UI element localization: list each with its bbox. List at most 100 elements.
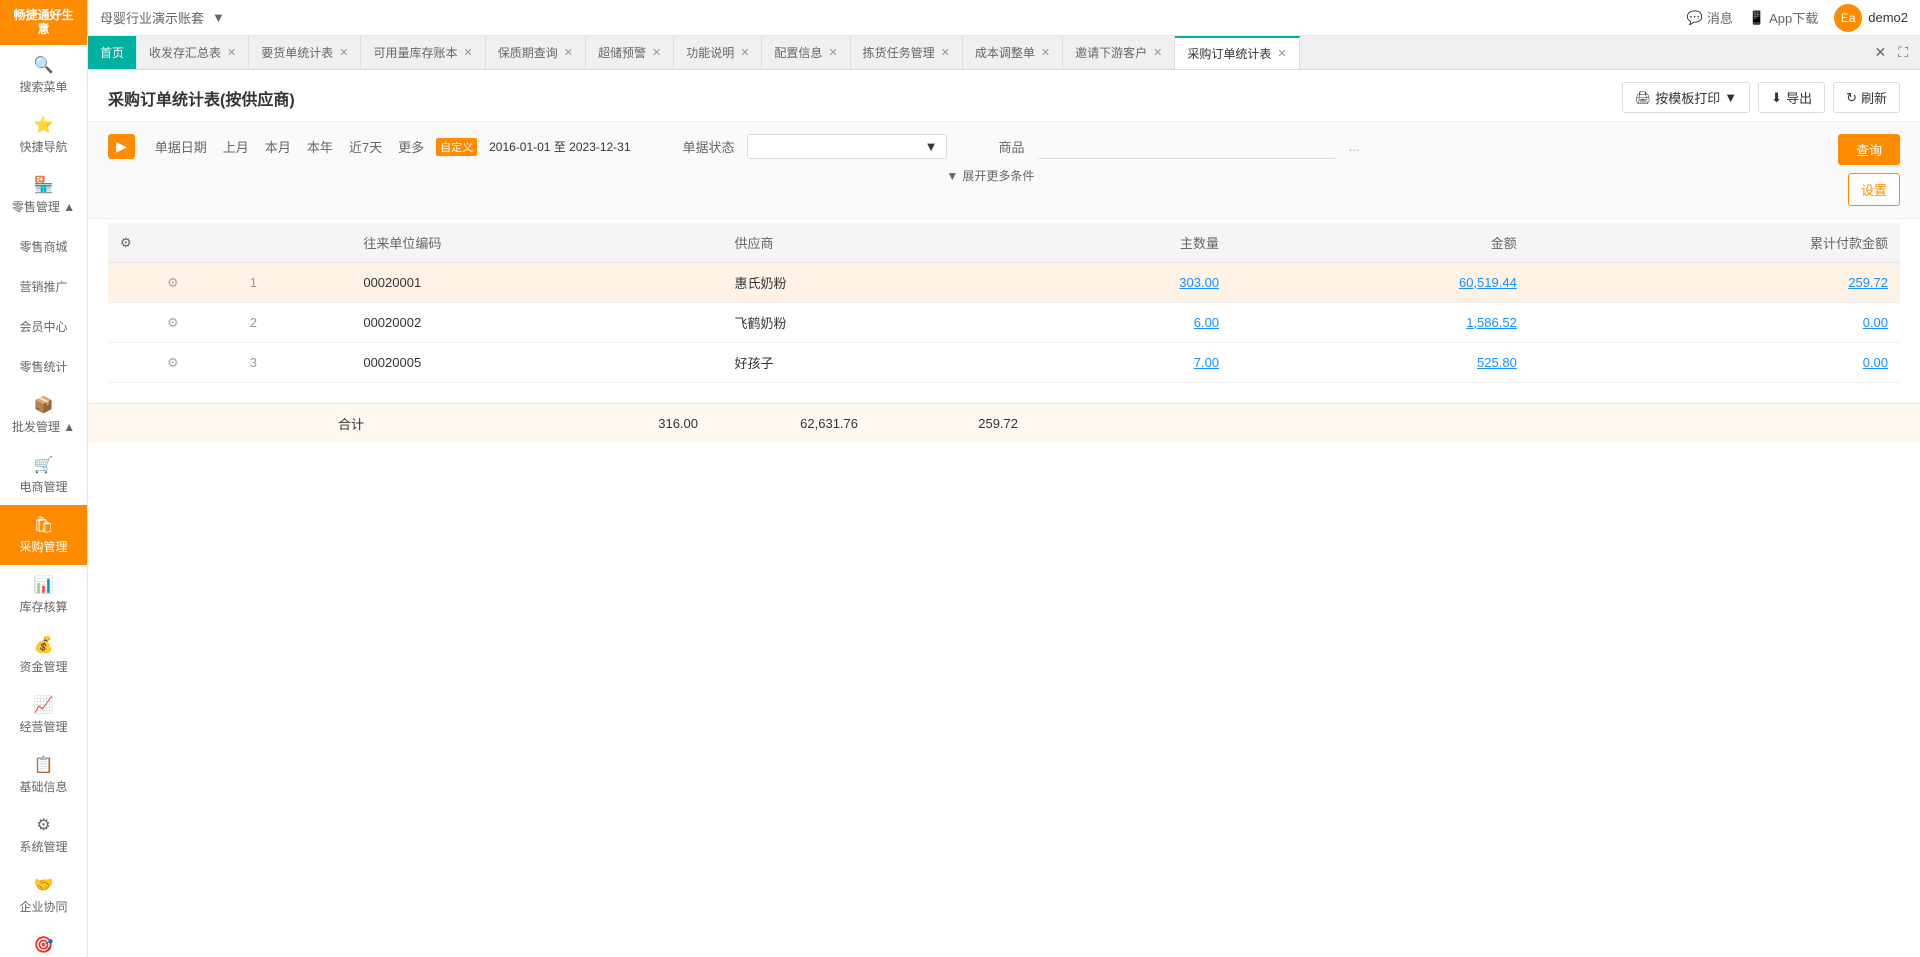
tab-close-8[interactable]: ✕ <box>941 46 950 59</box>
tab-4[interactable]: 保质期查询✕ <box>486 36 586 70</box>
custom-tag[interactable]: 自定义 <box>436 138 477 156</box>
tab-6[interactable]: 功能说明✕ <box>674 36 762 70</box>
tab-close-1[interactable]: ✕ <box>227 46 236 59</box>
tab-9[interactable]: 成本调整单✕ <box>963 36 1063 70</box>
filter-toggle-button[interactable]: ▶ <box>108 134 135 159</box>
tab-close-5[interactable]: ✕ <box>652 46 661 59</box>
sidebar-item-11[interactable]: 💰资金管理 <box>0 625 87 685</box>
settings-col-1[interactable]: ⚙ <box>108 303 238 343</box>
sidebar-item-10[interactable]: 📊库存核算 <box>0 565 87 625</box>
col-header-amount: 金额 <box>1231 223 1529 263</box>
tab-0[interactable]: 首页 <box>88 36 137 70</box>
refresh-button[interactable]: ↻ 刷新 <box>1833 82 1900 113</box>
settings-button[interactable]: 设置 <box>1848 173 1900 206</box>
paid-col-2[interactable]: 0.00 <box>1529 343 1900 383</box>
table-row: ⚙100020001惠氏奶粉303.0060,519.44259.72 <box>108 263 1900 303</box>
shortcut-last-month[interactable]: 上月 <box>219 135 253 158</box>
company-dropdown-icon[interactable]: ▼ <box>212 10 225 25</box>
tab-close-7[interactable]: ✕ <box>828 46 837 59</box>
sidebar-item-1[interactable]: ⭐快捷导航 <box>0 105 87 165</box>
sidebar-label-6: 零售统计 <box>19 358 67 375</box>
topbar-right: 💬 消息 📱 App下载 Ea demo2 <box>1687 4 1908 32</box>
tabs-bar: 首页收发存汇总表✕要货单统计表✕可用量库存账本✕保质期查询✕超储预警✕功能说明✕… <box>88 36 1920 70</box>
sidebar-label-8: 电商管理 <box>19 478 67 495</box>
sidebar-item-16[interactable]: 🎯新手引导 <box>0 925 87 957</box>
expand-icon: ▼ <box>946 169 958 183</box>
amount-col-1[interactable]: 1,586.52 <box>1231 303 1529 343</box>
settings-icon: ⚙ <box>167 355 179 370</box>
expand-button[interactable]: ▼ 展开更多条件 <box>946 167 1034 184</box>
query-button[interactable]: 查询 <box>1838 134 1900 165</box>
tab-11[interactable]: 采购订单统计表✕ <box>1175 36 1299 70</box>
paid-col-0[interactable]: 259.72 <box>1529 263 1900 303</box>
print-button[interactable]: 🖨 按模板打印 ▼ <box>1622 82 1750 113</box>
sidebar-item-5[interactable]: 会员中心 <box>0 305 87 345</box>
tab-5[interactable]: 超储预警✕ <box>586 36 674 70</box>
tab-close-4[interactable]: ✕ <box>564 46 573 59</box>
tab-label-1: 收发存汇总表 <box>149 44 221 61</box>
message-label: 消息 <box>1707 8 1733 27</box>
sidebar-item-2[interactable]: 🏪零售管理 ▲ <box>0 165 87 225</box>
tab-close-11[interactable]: ✕ <box>1277 47 1286 60</box>
status-select[interactable]: ▼ <box>747 134 947 159</box>
sidebar-item-7[interactable]: 📦批发管理 ▲ <box>0 385 87 445</box>
col-header-qty: 主数量 <box>999 223 1231 263</box>
tab-close-6[interactable]: ✕ <box>740 46 749 59</box>
date-range-display[interactable]: 2016-01-01 至 2023-12-31 <box>489 138 630 155</box>
tab-close-3[interactable]: ✕ <box>464 46 473 59</box>
message-button[interactable]: 💬 消息 <box>1687 8 1733 27</box>
tab-10[interactable]: 邀请下游客户✕ <box>1063 36 1175 70</box>
qty-col-2[interactable]: 7.00 <box>999 343 1231 383</box>
status-label: 单据状态 <box>683 137 735 156</box>
sidebar-item-15[interactable]: 🤝企业协同 <box>0 865 87 925</box>
sidebar-item-6[interactable]: 零售统计 <box>0 345 87 385</box>
sidebar-item-3[interactable]: 零售商城 <box>0 225 87 265</box>
amount-col-2[interactable]: 525.80 <box>1231 343 1529 383</box>
tab-close-10[interactable]: ✕ <box>1153 46 1162 59</box>
tab-2[interactable]: 要货单统计表 ✕ <box>249 36 361 70</box>
shortcut-this-month[interactable]: 本月 <box>261 135 295 158</box>
supplier-col-0: 惠氏奶粉 <box>723 263 1000 303</box>
amount-col-0[interactable]: 60,519.44 <box>1231 263 1529 303</box>
qty-col-1[interactable]: 6.00 <box>999 303 1231 343</box>
sidebar-item-13[interactable]: 📋基础信息 <box>0 745 87 805</box>
sidebar-icon-7: 📦 <box>34 395 54 415</box>
sidebar-item-9[interactable]: 🛍采购管理 <box>0 505 87 565</box>
shortcut-this-year[interactable]: 本年 <box>303 135 337 158</box>
tab-7[interactable]: 配置信息✕ <box>762 36 850 70</box>
sidebar-item-14[interactable]: ⚙系统管理 <box>0 805 87 865</box>
sidebar-label-14: 系统管理 <box>19 838 67 855</box>
maximize-button[interactable]: ⛶ <box>1894 42 1912 63</box>
close-tab-button[interactable]: ✕ <box>1870 42 1890 63</box>
shortcut-7days[interactable]: 近7天 <box>345 135 386 158</box>
tab-label-2: 要货单统计表 <box>261 44 333 61</box>
filter-section: ▶ 单据日期 上月 本月 本年 近7天 更多 自定义 2016-01-01 至 … <box>88 122 1920 219</box>
user-menu[interactable]: Ea demo2 <box>1834 4 1908 32</box>
export-button[interactable]: ⬇ 导出 <box>1758 82 1825 113</box>
tab-1[interactable]: 收发存汇总表 ✕ <box>137 36 249 70</box>
paid-col-1[interactable]: 0.00 <box>1529 303 1900 343</box>
app-download-button[interactable]: 📱 App下载 <box>1749 8 1818 27</box>
page-content: 采购订单统计表(按供应商) 🖨 按模板打印 ▼ ⬇ 导出 ↻ 刷新 ▶ <box>88 70 1920 957</box>
sidebar-label-9: 采购管理 <box>19 538 67 555</box>
tab-8[interactable]: 拣货任务管理✕ <box>851 36 963 70</box>
sidebar-item-12[interactable]: 📈经营管理 <box>0 685 87 745</box>
tab-close-9[interactable]: ✕ <box>1041 46 1050 59</box>
filter-right-buttons: 查询 设置 <box>1838 134 1900 206</box>
footer-qty: 316.00 <box>598 416 698 431</box>
col-header-settings: ⚙ <box>108 223 238 263</box>
sidebar-item-8[interactable]: 🛒电商管理 <box>0 445 87 505</box>
tab-close-2[interactable]: ✕ <box>339 46 348 59</box>
settings-icon: ⚙ <box>167 275 179 290</box>
page-header: 采购订单统计表(按供应商) 🖨 按模板打印 ▼ ⬇ 导出 ↻ 刷新 <box>88 70 1920 122</box>
footer-amount: 62,631.76 <box>758 416 858 431</box>
tab-3[interactable]: 可用量库存账本✕ <box>361 36 485 70</box>
goods-input[interactable] <box>1037 135 1337 159</box>
sidebar-item-0[interactable]: 🔍搜索菜单 <box>0 45 87 105</box>
settings-col-2[interactable]: ⚙ <box>108 343 238 383</box>
shortcut-more[interactable]: 更多 <box>394 135 428 158</box>
qty-col-0[interactable]: 303.00 <box>999 263 1231 303</box>
sidebar-item-4[interactable]: 营销推广 <box>0 265 87 305</box>
sidebar: 畅捷通好生意 🔍搜索菜单⭐快捷导航🏪零售管理 ▲零售商城营销推广会员中心零售统计… <box>0 0 88 957</box>
settings-col-0[interactable]: ⚙ <box>108 263 238 303</box>
